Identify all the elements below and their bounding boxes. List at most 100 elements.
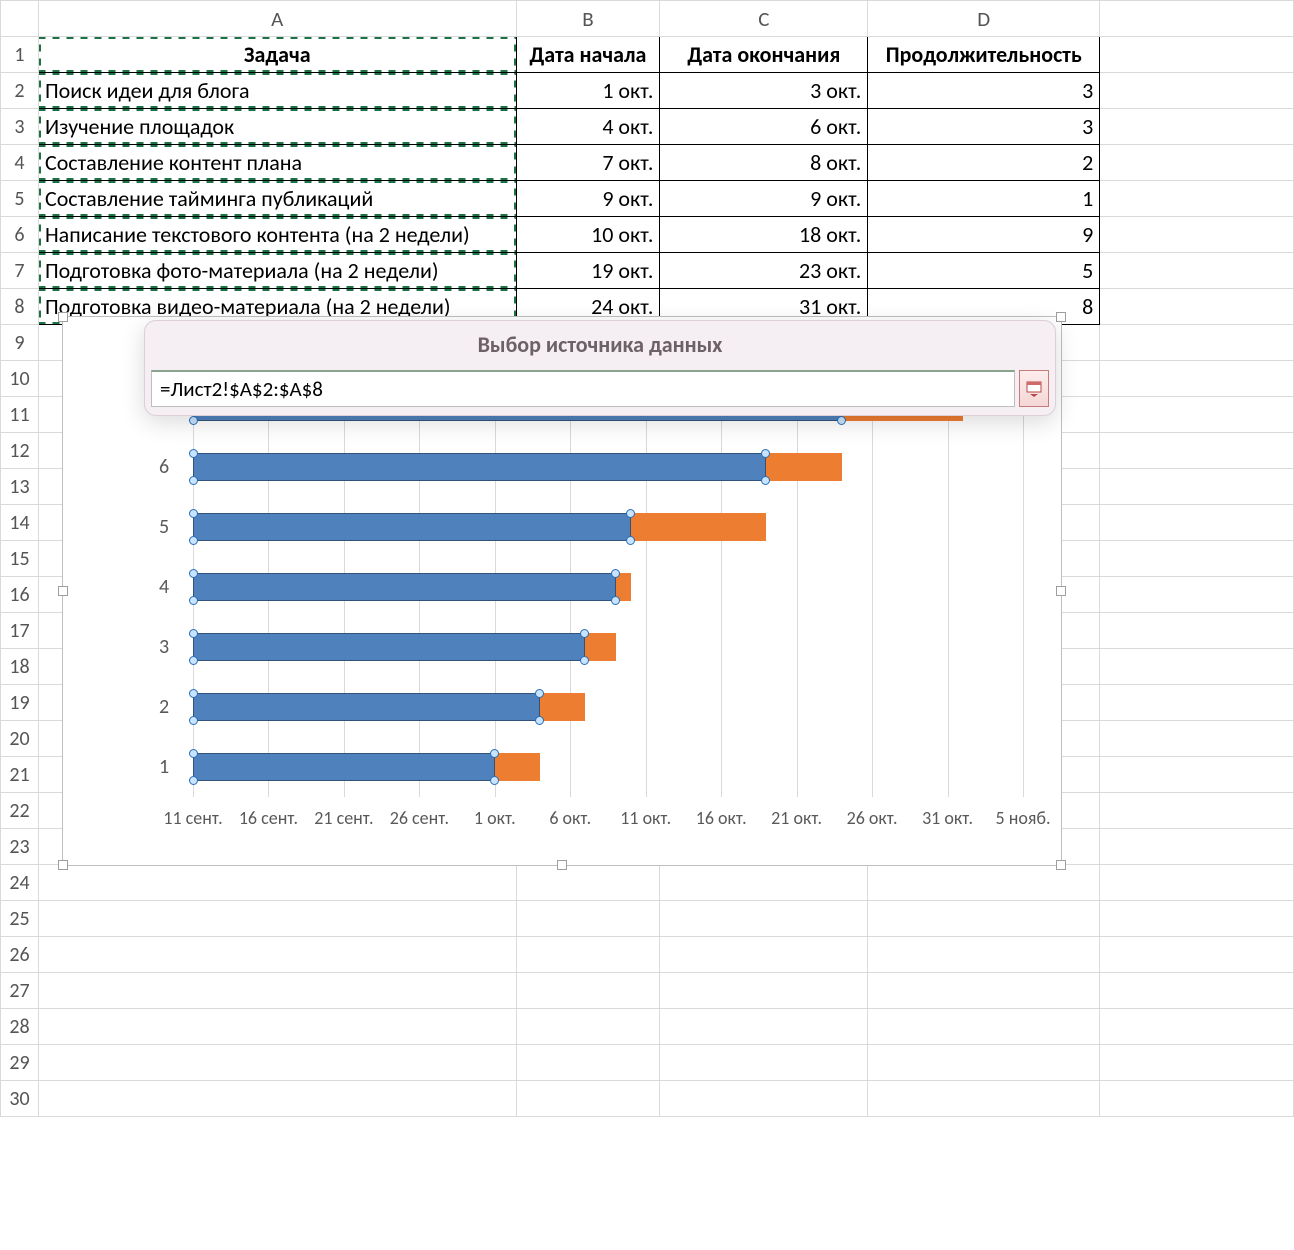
cell-blank-11[interactable] — [1100, 397, 1294, 433]
cell-A30[interactable] — [38, 1081, 516, 1117]
series-selection-handle[interactable] — [626, 536, 635, 545]
cell-blank-30[interactable] — [1100, 1081, 1294, 1117]
row-header-10[interactable]: 10 — [1, 361, 39, 397]
chart-handle-se[interactable] — [1056, 860, 1066, 870]
chart-handle-nw[interactable] — [58, 312, 68, 322]
cell-blank-12[interactable] — [1100, 433, 1294, 469]
chart-bar-series1[interactable] — [193, 573, 616, 601]
cell-B2[interactable]: 1 окт. — [516, 73, 660, 109]
cell-C3[interactable]: 6 окт. — [660, 109, 868, 145]
cell-blank-19[interactable] — [1100, 685, 1294, 721]
series-selection-handle[interactable] — [580, 656, 589, 665]
cell-C5[interactable]: 9 окт. — [660, 181, 868, 217]
cell-blank-9[interactable] — [1100, 325, 1294, 361]
cell-A7[interactable]: Подготовка фото-материала (на 2 недели) — [38, 253, 516, 289]
row-header-22[interactable]: 22 — [1, 793, 39, 829]
cell-blank-4[interactable] — [1100, 145, 1294, 181]
cell-C6[interactable]: 18 окт. — [660, 217, 868, 253]
cell-D25[interactable] — [868, 901, 1100, 937]
cell-A4[interactable]: Составление контент плана — [38, 145, 516, 181]
cell-B7[interactable]: 19 окт. — [516, 253, 660, 289]
cell-D7[interactable]: 5 — [868, 253, 1100, 289]
cell-blank-7[interactable] — [1100, 253, 1294, 289]
cell-blank-22[interactable] — [1100, 793, 1294, 829]
row-header-11[interactable]: 11 — [1, 397, 39, 433]
row-header-19[interactable]: 19 — [1, 685, 39, 721]
column-header-B[interactable]: B — [516, 1, 660, 37]
cell-blank-10[interactable] — [1100, 361, 1294, 397]
chart-bar-series1[interactable] — [193, 633, 585, 661]
cell-D28[interactable] — [868, 1009, 1100, 1045]
cell-B3[interactable]: 4 окт. — [516, 109, 660, 145]
column-header-A[interactable]: A — [38, 1, 516, 37]
series-selection-handle[interactable] — [535, 689, 544, 698]
cell-A2[interactable]: Поиск идеи для блога — [38, 73, 516, 109]
chart-handle-sw[interactable] — [58, 860, 68, 870]
cell-C7[interactable]: 23 окт. — [660, 253, 868, 289]
row-header-30[interactable]: 30 — [1, 1081, 39, 1117]
cell-blank-21[interactable] — [1100, 757, 1294, 793]
series-selection-handle[interactable] — [611, 569, 620, 578]
row-header-27[interactable]: 27 — [1, 973, 39, 1009]
chart-handle-ne[interactable] — [1056, 312, 1066, 322]
select-all-cell[interactable] — [1, 1, 39, 37]
chart-handle-e[interactable] — [1056, 586, 1066, 596]
data-range-input[interactable]: =Лист2!$A$2:$A$8 — [151, 370, 1015, 407]
cell-A3[interactable]: Изучение площадок — [38, 109, 516, 145]
row-header-24[interactable]: 24 — [1, 865, 39, 901]
cell-blank-17[interactable] — [1100, 613, 1294, 649]
cell-A1[interactable]: Задача — [38, 37, 516, 73]
cell-A5[interactable]: Составление тайминга публикаций — [38, 181, 516, 217]
row-header-3[interactable]: 3 — [1, 109, 39, 145]
cell-A25[interactable] — [38, 901, 516, 937]
cell-A26[interactable] — [38, 937, 516, 973]
cell-B25[interactable] — [516, 901, 660, 937]
row-header-14[interactable]: 14 — [1, 505, 39, 541]
series-selection-handle[interactable] — [761, 476, 770, 485]
cell-blank-26[interactable] — [1100, 937, 1294, 973]
row-header-12[interactable]: 12 — [1, 433, 39, 469]
cell-C28[interactable] — [660, 1009, 868, 1045]
series-selection-handle[interactable] — [189, 509, 198, 518]
chart-handle-s[interactable] — [557, 860, 567, 870]
cell-D4[interactable]: 2 — [868, 145, 1100, 181]
cell-blank-5[interactable] — [1100, 181, 1294, 217]
cell-blank-3[interactable] — [1100, 109, 1294, 145]
cell-C24[interactable] — [660, 865, 868, 901]
column-header-D[interactable]: D — [868, 1, 1100, 37]
cell-blank-16[interactable] — [1100, 577, 1294, 613]
row-header-8[interactable]: 8 — [1, 289, 39, 325]
row-header-2[interactable]: 2 — [1, 73, 39, 109]
row-header-26[interactable]: 26 — [1, 937, 39, 973]
cell-blank-28[interactable] — [1100, 1009, 1294, 1045]
series-selection-handle[interactable] — [626, 509, 635, 518]
cell-blank-23[interactable] — [1100, 829, 1294, 865]
chart-bar-series2[interactable] — [631, 513, 767, 541]
row-header-21[interactable]: 21 — [1, 757, 39, 793]
row-header-29[interactable]: 29 — [1, 1045, 39, 1081]
cell-blank-24[interactable] — [1100, 865, 1294, 901]
cell-D2[interactable]: 3 — [868, 73, 1100, 109]
series-selection-handle[interactable] — [189, 689, 198, 698]
cell-D3[interactable]: 3 — [868, 109, 1100, 145]
cell-A6[interactable]: Написание текстового контента (на 2 неде… — [38, 217, 516, 253]
cell-C2[interactable]: 3 окт. — [660, 73, 868, 109]
cell-B1[interactable]: Дата начала — [516, 37, 660, 73]
cell-blank-6[interactable] — [1100, 217, 1294, 253]
row-header-15[interactable]: 15 — [1, 541, 39, 577]
chart-bar-series1[interactable] — [193, 453, 766, 481]
cell-D6[interactable]: 9 — [868, 217, 1100, 253]
cell-B27[interactable] — [516, 973, 660, 1009]
chart-bar-series2[interactable] — [766, 453, 841, 481]
cell-D30[interactable] — [868, 1081, 1100, 1117]
series-selection-handle[interactable] — [189, 656, 198, 665]
collapse-dialog-button[interactable] — [1019, 370, 1049, 407]
series-selection-handle[interactable] — [490, 776, 499, 785]
cell-blank-20[interactable] — [1100, 721, 1294, 757]
cell-C30[interactable] — [660, 1081, 868, 1117]
cell-B6[interactable]: 10 окт. — [516, 217, 660, 253]
row-header-23[interactable]: 23 — [1, 829, 39, 865]
row-header-9[interactable]: 9 — [1, 325, 39, 361]
cell-C27[interactable] — [660, 973, 868, 1009]
cell-B4[interactable]: 7 окт. — [516, 145, 660, 181]
